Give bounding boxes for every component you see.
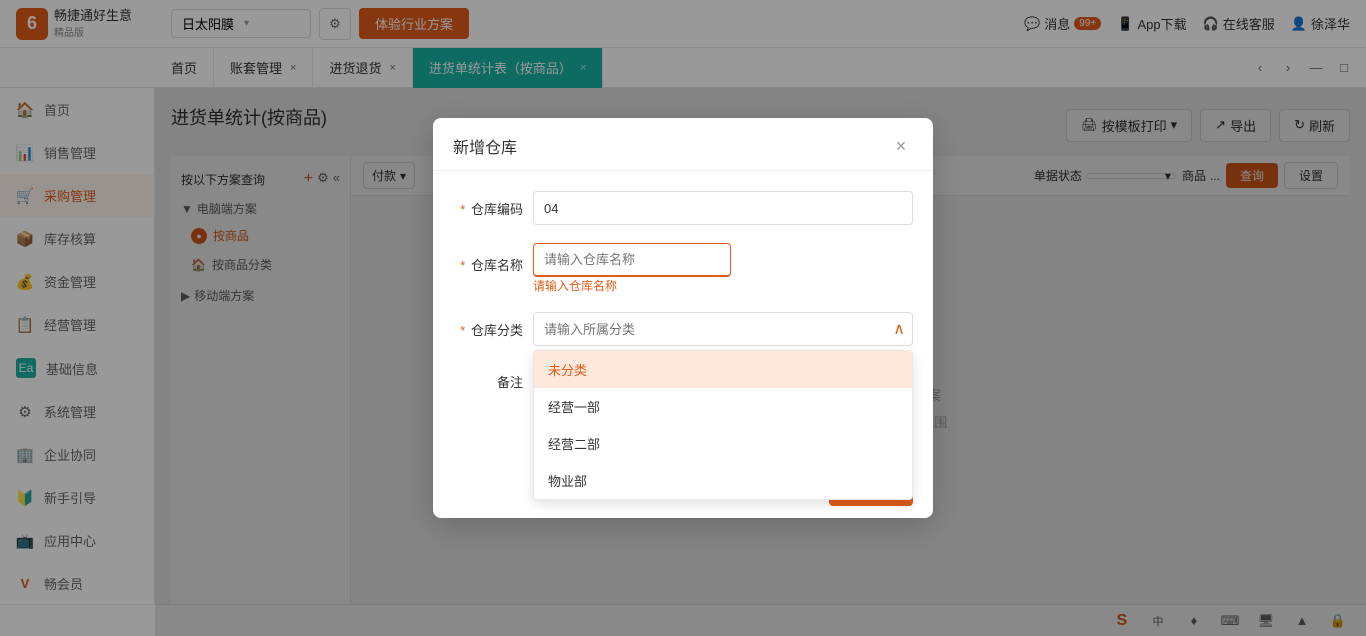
remark-label: 备注 [453,364,533,391]
warehouse-name-input[interactable] [533,243,731,277]
form-row-category: * 仓库分类 ∧ 未分类 经营一部 经营二部 物业部 [453,312,913,346]
modal-header: 新增仓库 × [433,118,933,171]
form-row-name: * 仓库名称 请输入仓库名称 [453,243,913,294]
code-label: * 仓库编码 [453,191,533,218]
modal-title: 新增仓库 [453,134,517,158]
add-warehouse-modal: 新增仓库 × * 仓库编码 * 仓库名称 [433,118,933,518]
dropdown-item-dept1[interactable]: 经营一部 [534,388,912,425]
category-select-input[interactable] [533,312,913,346]
required-star: * [460,323,465,338]
category-dropdown: 未分类 经营一部 经营二部 物业部 [533,350,913,500]
category-select-wrapper: ∧ 未分类 经营一部 经营二部 物业部 [533,312,913,346]
required-star: * [460,202,465,217]
name-label: * 仓库名称 [453,247,533,274]
warehouse-code-input[interactable] [533,191,913,225]
dropdown-item-uncategorized[interactable]: 未分类 [534,351,912,388]
modal-overlay: 新增仓库 × * 仓库编码 * 仓库名称 [0,0,1366,636]
category-label: * 仓库分类 [453,312,533,339]
modal-close-button[interactable]: × [889,134,913,158]
name-error-row: 请输入仓库名称 [453,277,617,294]
dropdown-item-dept2[interactable]: 经营二部 [534,425,912,462]
dropdown-item-dept3[interactable]: 物业部 [534,462,912,499]
required-star: * [460,258,465,273]
form-row-code: * 仓库编码 [453,191,913,225]
name-error-message: 请输入仓库名称 [533,279,617,293]
modal-body: * 仓库编码 * 仓库名称 请输入仓库名称 [433,171,933,458]
name-input-row: * 仓库名称 [453,243,731,277]
